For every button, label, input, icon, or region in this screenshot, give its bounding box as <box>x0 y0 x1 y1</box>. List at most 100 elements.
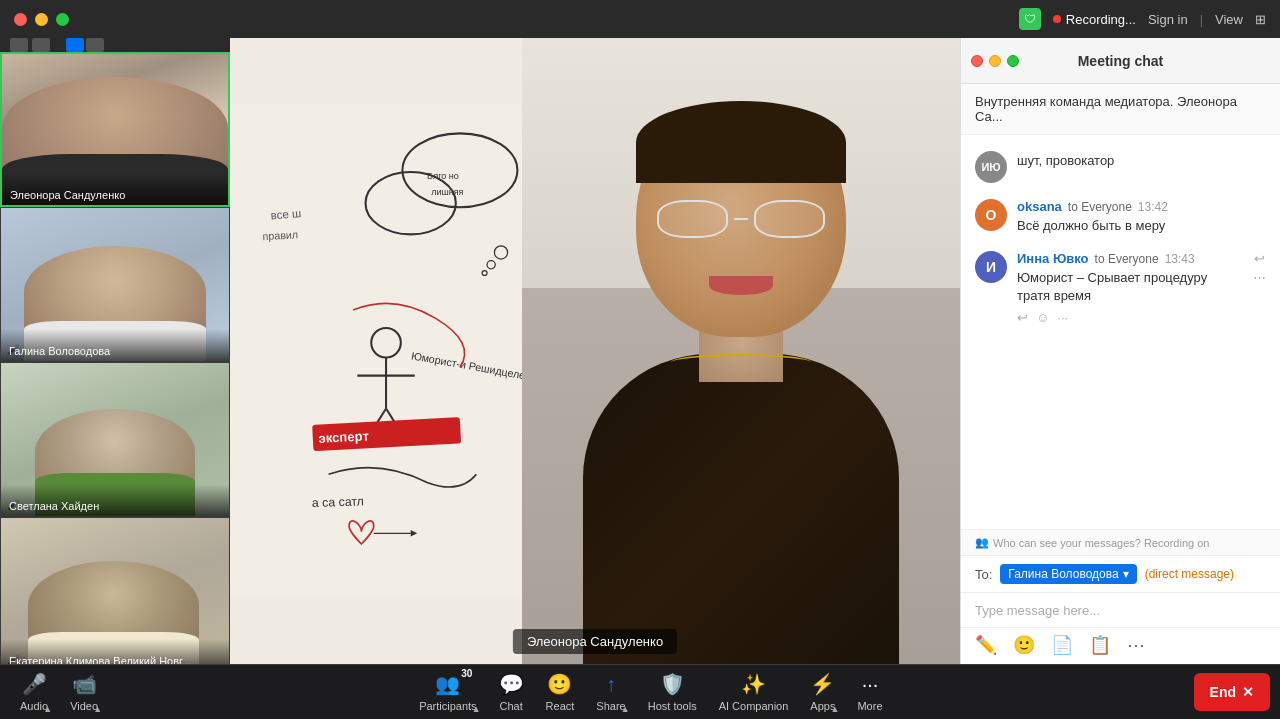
layout-toggle-active[interactable] <box>66 38 84 52</box>
title-bar: 🛡 Recording... Sign in | View ⊞ <box>0 0 1280 38</box>
main-speaker-label: Элеонора Сандуленко <box>513 629 677 654</box>
microphone-icon: 🎤 <box>22 672 47 696</box>
end-label: End <box>1210 684 1236 700</box>
msg-time-1: 13:42 <box>1138 200 1168 214</box>
more-button[interactable]: ··· More <box>847 665 892 720</box>
svg-text:а са сатл: а са сатл <box>312 494 364 510</box>
chat-messages[interactable]: ИЮ шут, провокатор O oksana to Everyone … <box>961 135 1280 529</box>
participant-thumb-1[interactable]: Элеонора Сандуленко <box>0 52 230 207</box>
toolbar-right-group: End ✕ <box>1194 673 1270 711</box>
msg-sender-1: oksana <box>1017 199 1062 214</box>
svg-text:эксперт: эксперт <box>318 428 370 446</box>
apps-chevron-icon[interactable]: ▲ <box>831 704 840 714</box>
svg-rect-0 <box>230 105 559 598</box>
apps-button[interactable]: ⚡ Apps ▲ <box>800 665 845 720</box>
toolbar-left-group: 🎤 Audio ▲ 📹 Video ▲ <box>10 665 108 720</box>
people-icon: 👥 <box>975 536 989 549</box>
more-label: More <box>857 700 882 712</box>
sidebar: Элеонора Сандуленко 🎤 Галина Воловодова … <box>0 38 230 664</box>
msg-text-0: шут, провокатор <box>1017 153 1114 168</box>
participant-name-1: Элеонора Сандуленко <box>2 173 228 205</box>
emoji-tool-icon[interactable]: 🙂 <box>1013 634 1035 656</box>
participants-label: Participants <box>419 700 476 712</box>
msg-reply-button[interactable]: ↩ <box>1254 251 1265 266</box>
share-button[interactable]: ↑ Share ▲ <box>586 665 635 720</box>
chat-maximize-button[interactable] <box>1007 55 1019 67</box>
recording-label: Recording... <box>1066 12 1136 27</box>
react-button[interactable]: 🙂 React <box>536 665 585 720</box>
participant-name-2: Галина Воловодова <box>1 329 229 361</box>
screenshot-tool-icon[interactable]: 📋 <box>1089 634 1111 656</box>
file-tool-icon[interactable]: 📄 <box>1051 634 1073 656</box>
view-toggle-2[interactable] <box>32 38 50 52</box>
reply-icon[interactable]: ↩ <box>1017 310 1028 325</box>
video-chevron-icon[interactable]: ▲ <box>93 704 102 714</box>
main-speaker-video <box>522 38 960 664</box>
chat-topic: Внутренняя команда медиатора. Элеонора С… <box>961 84 1280 135</box>
toolbar-center-group: 👥 30 Participants ▲ 💬 Chat 🙂 React ↑ Sha… <box>108 665 1193 720</box>
svg-text:лишняя: лишняя <box>431 187 463 197</box>
view-toggle-1[interactable] <box>10 38 28 52</box>
chat-label: Chat <box>499 700 522 712</box>
chat-minimize-button[interactable] <box>989 55 1001 67</box>
chat-to-label: To: <box>975 567 992 582</box>
react-label: React <box>546 700 575 712</box>
audio-chevron-icon[interactable]: ▲ <box>43 704 52 714</box>
participant-thumb-3[interactable]: 🎤 Светлана Хайден <box>0 362 230 517</box>
view-button[interactable]: View <box>1215 12 1243 27</box>
chat-button[interactable]: 💬 Chat <box>489 665 534 720</box>
ai-companion-button[interactable]: ✨ AI Companion <box>709 665 799 720</box>
msg-text-1: Всё должно быть в меру <box>1017 217 1266 235</box>
layout-toggle-grid[interactable] <box>86 38 104 52</box>
chat-message-1: O oksana to Everyone 13:42 Всё должно бы… <box>961 191 1280 243</box>
shield-tool-icon: 🛡️ <box>660 672 685 696</box>
grid-icon[interactable]: ⊞ <box>1255 12 1266 27</box>
participant-thumb-4[interactable]: 🎤 Екатерина Климова Великий Новг... <box>0 517 230 672</box>
maximize-button[interactable] <box>56 13 69 26</box>
chat-toolbar: ✏️ 🙂 📄 📋 ⋯ <box>961 627 1280 664</box>
svg-text:Блго но: Блго но <box>427 171 459 181</box>
participants-chevron-icon[interactable]: ▲ <box>472 704 481 714</box>
camera-icon: 📹 <box>72 672 97 696</box>
more-react-icon[interactable]: ··· <box>1057 310 1068 325</box>
avatar-0: ИЮ <box>975 151 1007 183</box>
chat-title: Meeting chat <box>1078 53 1164 69</box>
chat-input[interactable] <box>975 603 1266 618</box>
chat-recipient-selector[interactable]: Галина Воловодова ▾ <box>1000 564 1136 584</box>
msg-time-2: 13:43 <box>1165 252 1195 266</box>
audio-button[interactable]: 🎤 Audio ▲ <box>10 665 58 720</box>
msg-sender-2: Инна Ювко <box>1017 251 1089 266</box>
chat-window-controls <box>971 55 1019 67</box>
participants-button[interactable]: 👥 30 Participants ▲ <box>409 665 486 720</box>
msg-to-2: to Everyone <box>1095 252 1159 266</box>
whiteboard-area: все ш правил эксперт Юморист-и Решидцеле… <box>230 38 559 664</box>
msg-more-button[interactable]: ⋯ <box>1253 270 1266 285</box>
main-video-composite: все ш правил эксперт Юморист-и Решидцеле… <box>230 38 960 664</box>
host-tools-label: Host tools <box>648 700 697 712</box>
chat-close-button[interactable] <box>971 55 983 67</box>
main-speaker-name: Элеонора Сандуленко <box>527 634 663 649</box>
title-bar-right: 🛡 Recording... Sign in | View ⊞ <box>1019 8 1266 30</box>
participants-icon: 👥 <box>435 673 460 695</box>
participant-thumb-2[interactable]: 🎤 Галина Воловодова <box>0 207 230 362</box>
msg-reactions-2: ↩ ☺ ··· <box>1017 310 1243 325</box>
chevron-down-icon: ▾ <box>1123 567 1129 581</box>
close-button[interactable] <box>14 13 27 26</box>
emoji-react-icon[interactable]: ☺ <box>1036 310 1049 325</box>
video-button[interactable]: 📹 Video ▲ <box>60 665 108 720</box>
chat-panel: Meeting chat Внутренняя команда медиатор… <box>960 38 1280 664</box>
end-x-icon: ✕ <box>1242 684 1254 700</box>
participant-name-3: Светлана Хайден <box>1 484 229 516</box>
share-icon: ↑ <box>606 673 616 696</box>
more-tool-icon[interactable]: ⋯ <box>1127 634 1145 656</box>
chat-to-row: To: Галина Воловодова ▾ (direct message) <box>961 555 1280 592</box>
chat-input-row <box>961 592 1280 627</box>
minimize-button[interactable] <box>35 13 48 26</box>
host-tools-button[interactable]: 🛡️ Host tools <box>638 665 707 720</box>
traffic-lights <box>14 13 69 26</box>
end-meeting-button[interactable]: End ✕ <box>1194 673 1270 711</box>
share-chevron-icon[interactable]: ▲ <box>621 704 630 714</box>
signin-button[interactable]: Sign in <box>1148 12 1188 27</box>
edit-tool-icon[interactable]: ✏️ <box>975 634 997 656</box>
main-video-area: все ш правил эксперт Юморист-и Решидцеле… <box>230 38 960 664</box>
